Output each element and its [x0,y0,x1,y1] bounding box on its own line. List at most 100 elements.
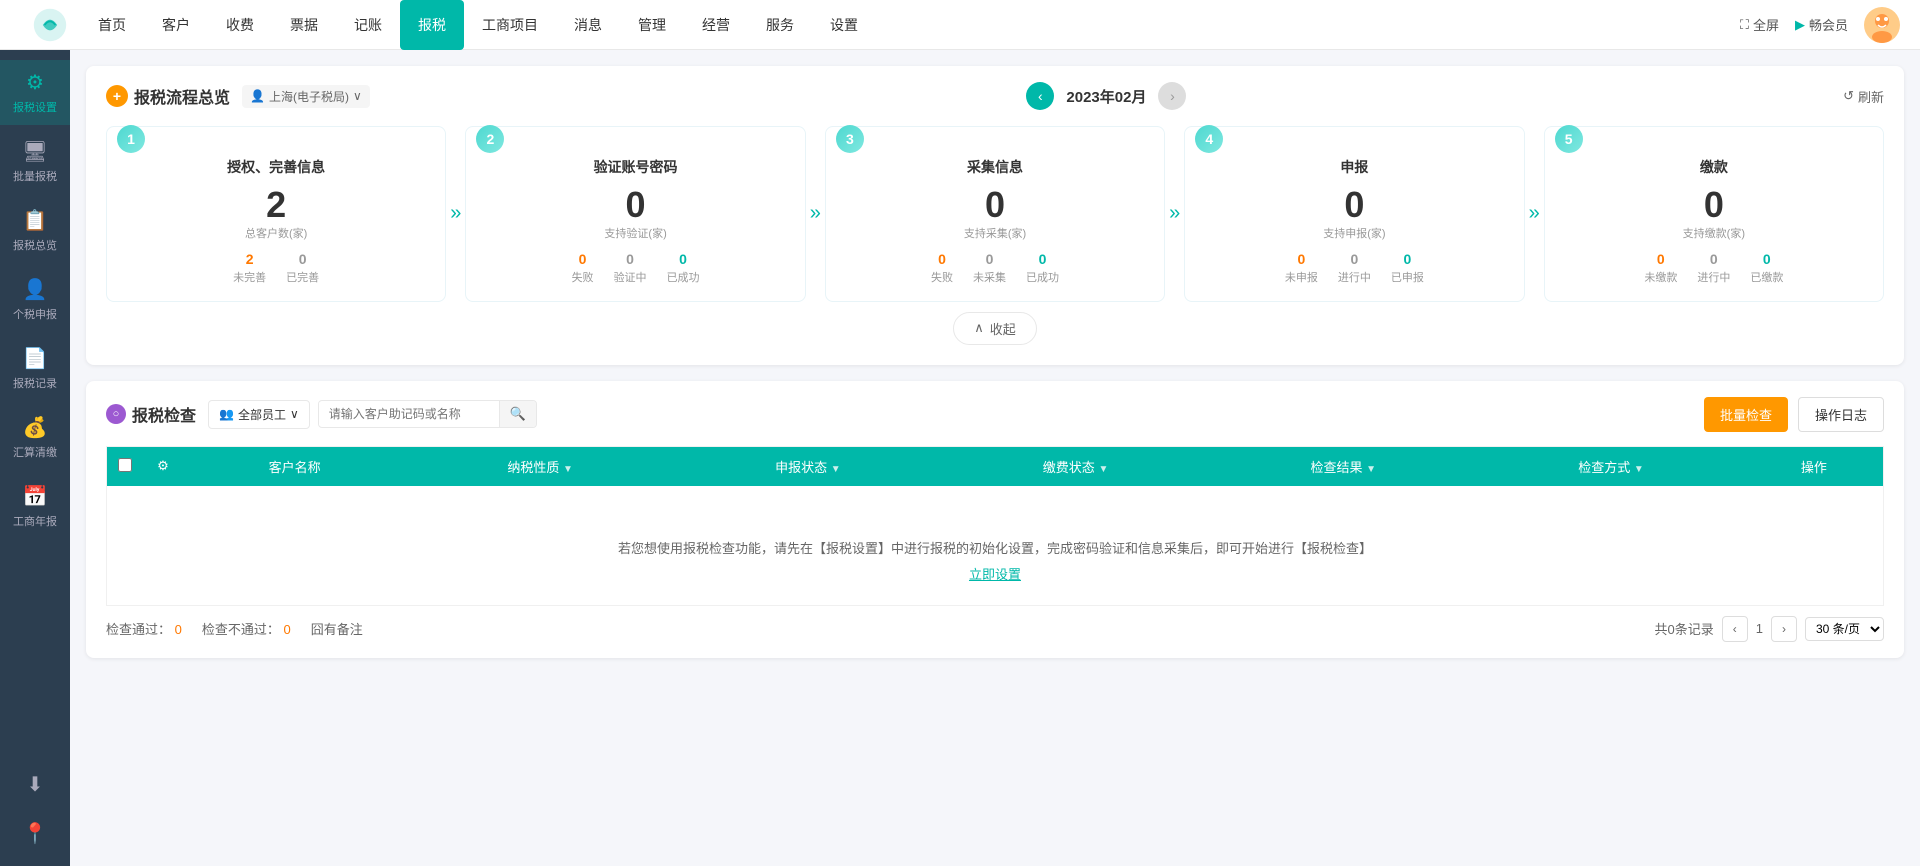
sidebar-item-batch-tax[interactable]: 🖥 批量报税 [0,129,70,194]
nav-home[interactable]: 首页 [80,0,144,50]
stat-num[interactable]: 0 [1763,251,1771,267]
table-wrap: ⚙ 客户名称 纳税性质 ▼ 申报状态 ▼ 缴费状态 [106,446,1884,606]
step-arrow-3: » [1165,126,1184,302]
process-steps: 1 授权、完善信息 2 总客户数(家) 2 未完善 0 已完善 [106,126,1884,302]
sidebar-item-settlement[interactable]: 💰 汇算清缴 [0,405,70,470]
stat-num[interactable]: 0 [299,251,307,267]
gear-icon[interactable]: ⚙ [157,458,169,473]
stat-label: 未完善 [233,269,266,285]
sidebar-item-tax-overview[interactable]: 📋 报税总览 [0,198,70,263]
batch-check-btn[interactable]: 批量检查 [1704,397,1788,432]
current-month: 2023年02月 [1066,86,1146,107]
stat-num[interactable]: 0 [1351,251,1359,267]
step-stat-4-1: 0 进行中 [1338,251,1371,285]
filter-icon[interactable]: ▼ [1634,464,1644,475]
step-arrow-2: » [806,126,825,302]
step-main-num-3: 0 [842,185,1148,225]
nav-accounting[interactable]: 记账 [336,0,400,50]
filter-icon[interactable]: ▼ [1098,464,1108,475]
vip-btn[interactable]: ▶ 畅会员 [1795,15,1848,34]
step-number-2: 2 [476,125,504,153]
nav-message[interactable]: 消息 [556,0,620,50]
personal-tax-icon: 👤 [23,277,48,302]
table-footer: 检查通过： 0 检查不通过： 0 囧有备注 共0条记录 ‹ 1 › 30 条/页 [106,606,1884,642]
sidebar-item-personal-tax[interactable]: 👤 个税申报 [0,267,70,332]
nav-invoice[interactable]: 票据 [272,0,336,50]
stat-num[interactable]: 0 [938,251,946,267]
refresh-btn[interactable]: ↺ 刷新 [1843,87,1884,106]
nav-settings[interactable]: 设置 [812,0,876,50]
table-header: ⚙ 客户名称 纳税性质 ▼ 申报状态 ▼ 缴费状态 [107,447,1883,486]
location-badge[interactable]: 👤 上海(电子税局) ∨ [242,85,370,108]
operation-log-btn[interactable]: 操作日志 [1798,397,1884,432]
search-input[interactable] [319,402,499,426]
stat-num[interactable]: 0 [679,251,687,267]
stat-num[interactable]: 0 [1710,251,1718,267]
footer-left: 检查通过： 0 检查不通过： 0 囧有备注 [106,619,363,638]
nav-fee[interactable]: 收费 [208,0,272,50]
sidebar-item-location[interactable]: 📍 [0,811,70,856]
stat-num[interactable]: 0 [986,251,994,267]
sidebar-item-tax-record[interactable]: 📄 报税记录 [0,336,70,401]
nav-right: ⛶ 全屏 ▶ 畅会员 [1740,7,1900,43]
immediate-setup-link[interactable]: 立即设置 [969,567,1021,582]
step-main-num-1: 2 [123,185,429,225]
nav-client[interactable]: 客户 [144,0,208,50]
footer-right: 共0条记录 ‹ 1 › 30 条/页 [1655,616,1884,642]
step-stats-1: 2 未完善 0 已完善 [123,251,429,285]
next-month-btn[interactable]: › [1158,82,1186,110]
fail-count-link[interactable]: 0 [284,622,291,637]
filter-icon[interactable]: ▼ [831,464,841,475]
select-all-checkbox[interactable] [118,458,132,472]
sidebar-item-label: 个税申报 [13,306,57,322]
top-nav: 首页 客户 收费 票据 记账 报税 工商项目 消息 管理 经营 服务 设置 ⛶ … [0,0,1920,50]
pass-count-link[interactable]: 0 [175,622,182,637]
next-page-btn[interactable]: › [1771,616,1797,642]
search-button[interactable]: 🔍 [499,401,536,427]
step-stat-2-0: 0 失败 [572,251,594,285]
step-stat-3-1: 0 未采集 [973,251,1006,285]
filter-icon[interactable]: ▼ [563,464,573,475]
sidebar-item-annual-report[interactable]: 📅 工商年报 [0,474,70,539]
stat-num[interactable]: 0 [1298,251,1306,267]
check-table: ⚙ 客户名称 纳税性质 ▼ 申报状态 ▼ 缴费状态 [107,447,1883,606]
stat-num[interactable]: 0 [1657,251,1665,267]
sidebar-item-tax-settings[interactable]: ⚙ 报税设置 [0,60,70,125]
filter-group: 👥 全部员工 ∨ 🔍 [208,400,537,429]
footer-pass: 检查通过： 0 [106,619,182,638]
avatar[interactable] [1864,7,1900,43]
nav-service[interactable]: 服务 [748,0,812,50]
stat-label: 失败 [931,269,953,285]
nav-manage[interactable]: 管理 [620,0,684,50]
stat-num[interactable]: 2 [246,251,254,267]
step-stat-5-0: 0 未缴款 [1644,251,1677,285]
collapse-btn[interactable]: ∧ 收起 [953,312,1037,345]
sidebar-item-label: 批量报税 [13,168,57,184]
stat-num[interactable]: 0 [1404,251,1412,267]
step-stats-5: 0 未缴款 0 进行中 0 已缴款 [1561,251,1867,285]
nav-tax[interactable]: 报税 [400,0,464,50]
step-number-4: 4 [1195,125,1223,153]
tax-check-card: ○ 报税检查 👥 全部员工 ∨ 🔍 [86,381,1904,658]
nav-commerce[interactable]: 工商项目 [464,0,556,50]
nav-operation[interactable]: 经营 [684,0,748,50]
step-stat-2-2: 0 已成功 [667,251,700,285]
fullscreen-btn[interactable]: ⛶ 全屏 [1740,15,1779,34]
stat-label: 已缴款 [1750,269,1783,285]
vip-label: 畅会员 [1809,15,1848,34]
process-step-2: 2 验证账号密码 0 支持验证(家) 0 失败 0 验证中 [465,126,805,302]
stat-num[interactable]: 0 [1039,251,1047,267]
process-step-1: 1 授权、完善信息 2 总客户数(家) 2 未完善 0 已完善 [106,126,446,302]
employee-filter[interactable]: 👥 全部员工 ∨ [208,400,310,429]
refresh-icon: ↺ [1843,88,1854,104]
step-sub-label-5: 支持缴款(家) [1561,225,1867,241]
stat-num[interactable]: 0 [579,251,587,267]
page-size-select[interactable]: 30 条/页 [1805,617,1884,641]
sidebar-item-download[interactable]: ⬇ [0,762,70,807]
step-stat-5-2: 0 已缴款 [1750,251,1783,285]
prev-month-btn[interactable]: ‹ [1026,82,1054,110]
filter-icon[interactable]: ▼ [1366,464,1376,475]
stat-num[interactable]: 0 [626,251,634,267]
step-number-1: 1 [117,125,145,153]
prev-page-btn[interactable]: ‹ [1722,616,1748,642]
